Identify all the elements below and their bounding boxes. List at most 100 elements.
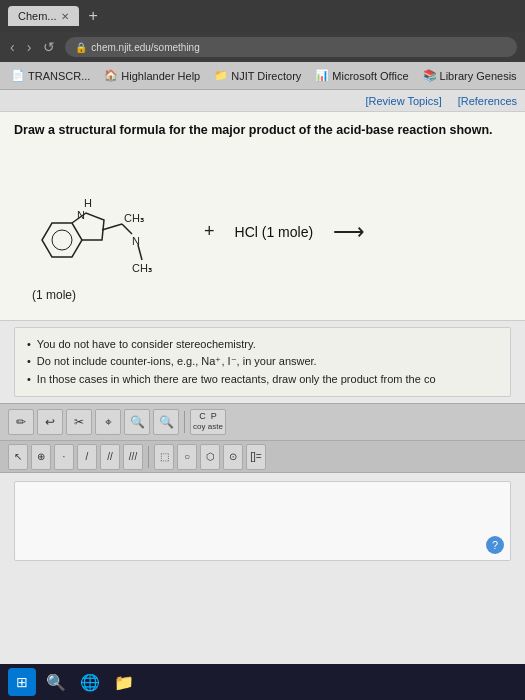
reaction-arrow-area: ⟶ bbox=[333, 219, 365, 245]
files-taskbar-button[interactable]: 📁 bbox=[110, 668, 138, 696]
refresh-button[interactable]: ↺ bbox=[41, 39, 57, 55]
plus-sign: + bbox=[204, 221, 215, 242]
select-tool[interactable]: ↖ bbox=[8, 444, 28, 470]
active-tab[interactable]: Chem... ✕ bbox=[8, 6, 79, 26]
reactant-molecule: H N CH₃ N CH₃ (1 mole) bbox=[24, 162, 184, 302]
question-text: Draw a structural formula for the major … bbox=[14, 122, 511, 140]
svg-text:CH₃: CH₃ bbox=[132, 262, 152, 274]
copy-paste-tool[interactable]: C Pcoy aste bbox=[190, 409, 226, 435]
bookmark-highlander[interactable]: 🏠 Highlander Help bbox=[99, 67, 205, 84]
svg-marker-0 bbox=[42, 223, 82, 257]
search-taskbar-button[interactable]: 🔍 bbox=[42, 668, 70, 696]
lasso-icon: ⌖ bbox=[105, 415, 112, 429]
url-bar[interactable]: 🔒 chem.njit.edu/something bbox=[65, 37, 517, 57]
highlander-icon: 🏠 bbox=[104, 69, 118, 82]
secure-icon: 🔒 bbox=[75, 42, 87, 53]
single-bond-icon: / bbox=[86, 451, 89, 462]
eraser-icon: ✏ bbox=[16, 415, 26, 429]
svg-text:N: N bbox=[77, 209, 85, 221]
hexagon-icon: ⬡ bbox=[206, 451, 215, 462]
zoom-in-icon: 🔍 bbox=[130, 415, 145, 429]
browser-taskbar-icon: 🌐 bbox=[80, 673, 100, 692]
files-taskbar-icon: 📁 bbox=[114, 673, 134, 692]
benzene-ring-tool[interactable]: ⊙ bbox=[223, 444, 243, 470]
references-link[interactable]: [References bbox=[458, 95, 517, 107]
url-text: chem.njit.edu/something bbox=[91, 42, 199, 53]
zoom-out-icon: 🔍 bbox=[159, 415, 174, 429]
hint-3: • In those cases in which there are two … bbox=[27, 371, 498, 389]
bookmark-njit[interactable]: 📁 NJIT Directory bbox=[209, 67, 306, 84]
browser-taskbar-button[interactable]: 🌐 bbox=[76, 668, 104, 696]
sec-toolbar-sep bbox=[148, 446, 149, 468]
cut-tool[interactable]: ✂ bbox=[66, 409, 92, 435]
bookmark-msoffice[interactable]: 📊 Microsoft Office bbox=[310, 67, 413, 84]
bookmark-transcr-label: TRANSCR... bbox=[28, 70, 90, 82]
drawing-toolbar: ✏ ↩ ✂ ⌖ 🔍 🔍 C Pcoy aste bbox=[0, 403, 525, 441]
libgen-icon: 📚 bbox=[423, 69, 437, 82]
start-button[interactable]: ⊞ bbox=[8, 668, 36, 696]
bookmark-transcr[interactable]: 📄 TRANSCR... bbox=[6, 67, 95, 84]
double-bond-tool[interactable]: // bbox=[100, 444, 120, 470]
review-topics-link[interactable]: [Review Topics] bbox=[365, 95, 441, 107]
zoom-out-tool[interactable]: 🔍 bbox=[153, 409, 179, 435]
reaction-arrow: ⟶ bbox=[333, 219, 365, 245]
tab-label: Chem... bbox=[18, 10, 57, 22]
transcr-icon: 📄 bbox=[11, 69, 25, 82]
triple-bond-tool[interactable]: /// bbox=[123, 444, 143, 470]
bookmark-libgen-label: Library Genesis bbox=[440, 70, 517, 82]
hint-1: • You do not have to consider stereochem… bbox=[27, 336, 498, 354]
scissors-icon: ✂ bbox=[74, 415, 84, 429]
new-tab-button[interactable]: + bbox=[85, 7, 102, 25]
reactant-mole-label: (1 mole) bbox=[32, 288, 76, 302]
bookmark-libgen[interactable]: 📚 Library Genesis bbox=[418, 67, 522, 84]
main-content: [Review Topics] [References Draw a struc… bbox=[0, 90, 525, 672]
hint-3-text: In those cases in which there are two re… bbox=[37, 371, 436, 389]
tab-close-button[interactable]: ✕ bbox=[61, 11, 69, 22]
svg-text:CH₃: CH₃ bbox=[124, 212, 144, 224]
add-tool[interactable]: ⊕ bbox=[31, 444, 51, 470]
cursor-icon: ↖ bbox=[14, 451, 22, 462]
square-icon: ⬚ bbox=[160, 451, 169, 462]
njit-icon: 📁 bbox=[214, 69, 228, 82]
svg-line-5 bbox=[122, 224, 132, 234]
bookmark-highlander-label: Highlander Help bbox=[121, 70, 200, 82]
hints-area: • You do not have to consider stereochem… bbox=[14, 327, 511, 398]
svg-line-8 bbox=[138, 245, 142, 260]
reagent-label: HCl (1 mole) bbox=[235, 224, 314, 240]
molecule-svg: H N CH₃ N CH₃ bbox=[24, 162, 184, 307]
zoom-in-tool[interactable]: 🔍 bbox=[124, 409, 150, 435]
hexagon-ring-tool[interactable]: ⬡ bbox=[200, 444, 220, 470]
forward-button[interactable]: › bbox=[25, 39, 34, 55]
browser-chrome: Chem... ✕ + bbox=[0, 0, 525, 32]
circle-ring-tool[interactable]: ○ bbox=[177, 444, 197, 470]
triple-bond-icon: /// bbox=[129, 451, 137, 462]
address-bar: ‹ › ↺ 🔒 chem.njit.edu/something bbox=[0, 32, 525, 62]
hint-2-text: Do not include counter-ions, e.g., Na⁺, … bbox=[37, 353, 317, 371]
hint-2: • Do not include counter-ions, e.g., Na⁺… bbox=[27, 353, 498, 371]
canvas-hint-circle: ? bbox=[486, 536, 504, 554]
question-area: Draw a structural formula for the major … bbox=[0, 112, 525, 321]
bookmark-njit-label: NJIT Directory bbox=[231, 70, 301, 82]
secondary-toolbar: ↖ ⊕ · / // /// ⬚ ○ ⬡ ⊙ []= bbox=[0, 441, 525, 473]
lasso-tool[interactable]: ⌖ bbox=[95, 409, 121, 435]
hint-1-text: You do not have to consider stereochemis… bbox=[37, 336, 256, 354]
toolbar-separator bbox=[184, 411, 185, 433]
eraser-tool[interactable]: ✏ bbox=[8, 409, 34, 435]
single-bond-tool[interactable]: / bbox=[77, 444, 97, 470]
bookmark-msoffice-label: Microsoft Office bbox=[332, 70, 408, 82]
dot-tool[interactable]: · bbox=[54, 444, 74, 470]
undo-tool[interactable]: ↩ bbox=[37, 409, 63, 435]
bookmarks-bar: 📄 TRANSCR... 🏠 Highlander Help 📁 NJIT Di… bbox=[0, 62, 525, 90]
bracket-tool[interactable]: []= bbox=[246, 444, 266, 470]
svg-text:H: H bbox=[84, 197, 92, 209]
double-bond-icon: // bbox=[107, 451, 113, 462]
undo-icon: ↩ bbox=[45, 415, 55, 429]
back-button[interactable]: ‹ bbox=[8, 39, 17, 55]
bracket-icon: []= bbox=[250, 451, 261, 462]
drawing-canvas[interactable]: ? bbox=[14, 481, 511, 561]
search-taskbar-icon: 🔍 bbox=[46, 673, 66, 692]
cp-label: C Pcoy aste bbox=[193, 412, 223, 432]
windows-icon: ⊞ bbox=[16, 674, 28, 690]
circle-icon: ○ bbox=[184, 451, 190, 462]
square-ring-tool[interactable]: ⬚ bbox=[154, 444, 174, 470]
